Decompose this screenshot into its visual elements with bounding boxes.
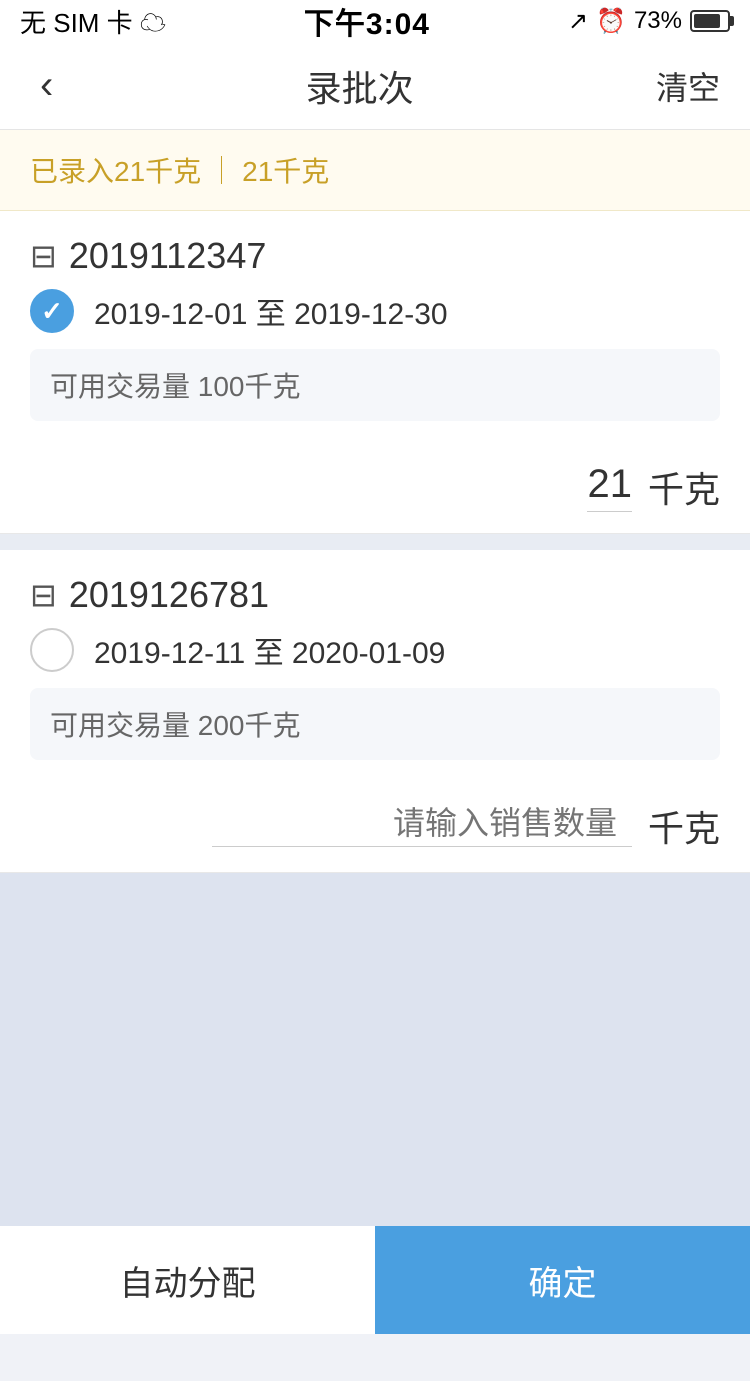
status-bar: 无 SIM 卡 ☁ 下午3:04 ↗ ⏰ 73% bbox=[0, 0, 750, 42]
batch-2-availability: 可用交易量 200千克 bbox=[30, 688, 720, 760]
batch-2-quantity-unit: 千克 bbox=[648, 800, 720, 852]
confirm-button[interactable]: 确定 bbox=[375, 1226, 750, 1334]
status-left: 无 SIM 卡 ☁ bbox=[20, 3, 166, 40]
batch-2-availability-text: 可用交易量 200千克 bbox=[50, 710, 301, 741]
auto-distribute-button[interactable]: 自动分配 bbox=[0, 1226, 375, 1334]
back-button[interactable]: ‹ bbox=[30, 53, 63, 118]
location-icon: ↗ bbox=[568, 7, 588, 36]
section-divider bbox=[0, 534, 750, 550]
nav-bar: ‹ 录批次 清空 bbox=[0, 42, 750, 130]
batch-1-availability-text: 可用交易量 100千克 bbox=[50, 371, 301, 402]
batch-1-container: ⊟ 2019112347 2019-12-01 至 2019-12-30 可用交… bbox=[0, 211, 750, 534]
status-right: ↗ ⏰ 73% bbox=[568, 7, 730, 36]
clear-button[interactable]: 清空 bbox=[656, 63, 720, 109]
batch-2-item[interactable]: ⊟ 2019126781 2019-12-11 至 2020-01-09 可用交… bbox=[0, 550, 750, 760]
batch-2-radio[interactable] bbox=[30, 628, 74, 672]
batch-2-quantity-input[interactable] bbox=[212, 805, 632, 842]
summary-value: 21千克 bbox=[242, 150, 329, 190]
batch-2-date-row: 2019-12-11 至 2020-01-09 bbox=[30, 628, 720, 672]
batch-2-input-underline[interactable] bbox=[212, 805, 632, 847]
batch-1-quantity-underline: 21 bbox=[587, 462, 632, 512]
batch-1-quantity-value: 21 bbox=[587, 462, 632, 507]
summary-divider bbox=[221, 156, 222, 184]
batch-1-availability: 可用交易量 100千克 bbox=[30, 349, 720, 421]
summary-bar: 已录入21千克 21千克 bbox=[0, 130, 750, 211]
status-time: 下午3:04 bbox=[304, 0, 430, 43]
batch-1-number: 2019112347 bbox=[69, 235, 267, 277]
batch-1-icon: ⊟ bbox=[30, 237, 57, 275]
no-sim-text: 无 SIM 卡 ☁ bbox=[20, 3, 166, 40]
batch-1-quantity-unit: 千克 bbox=[648, 461, 720, 513]
batch-1-date-row: 2019-12-01 至 2019-12-30 bbox=[30, 289, 720, 333]
batch-1-header: ⊟ 2019112347 bbox=[30, 235, 720, 277]
batch-2-header: ⊟ 2019126781 bbox=[30, 574, 720, 616]
batch-2-icon: ⊟ bbox=[30, 576, 57, 614]
batch-1-quantity-row: 21 千克 bbox=[0, 441, 750, 534]
batch-1-date: 2019-12-01 至 2019-12-30 bbox=[94, 289, 448, 333]
batch-1-item[interactable]: ⊟ 2019112347 2019-12-01 至 2019-12-30 可用交… bbox=[0, 211, 750, 421]
batch-2-number: 2019126781 bbox=[69, 574, 269, 616]
battery-percent: 73% bbox=[634, 7, 682, 35]
batch-1-radio[interactable] bbox=[30, 289, 74, 333]
empty-area bbox=[0, 873, 750, 1273]
page-title: 录批次 bbox=[306, 60, 414, 112]
alarm-icon: ⏰ bbox=[596, 7, 626, 36]
bottom-bar: 自动分配 确定 bbox=[0, 1226, 750, 1334]
batch-2-container: ⊟ 2019126781 2019-12-11 至 2020-01-09 可用交… bbox=[0, 550, 750, 873]
summary-entered-label: 已录入21千克 bbox=[30, 150, 201, 190]
batch-2-quantity-row: 千克 bbox=[0, 780, 750, 873]
batch-2-date: 2019-12-11 至 2020-01-09 bbox=[94, 628, 445, 672]
battery-icon bbox=[690, 10, 730, 32]
